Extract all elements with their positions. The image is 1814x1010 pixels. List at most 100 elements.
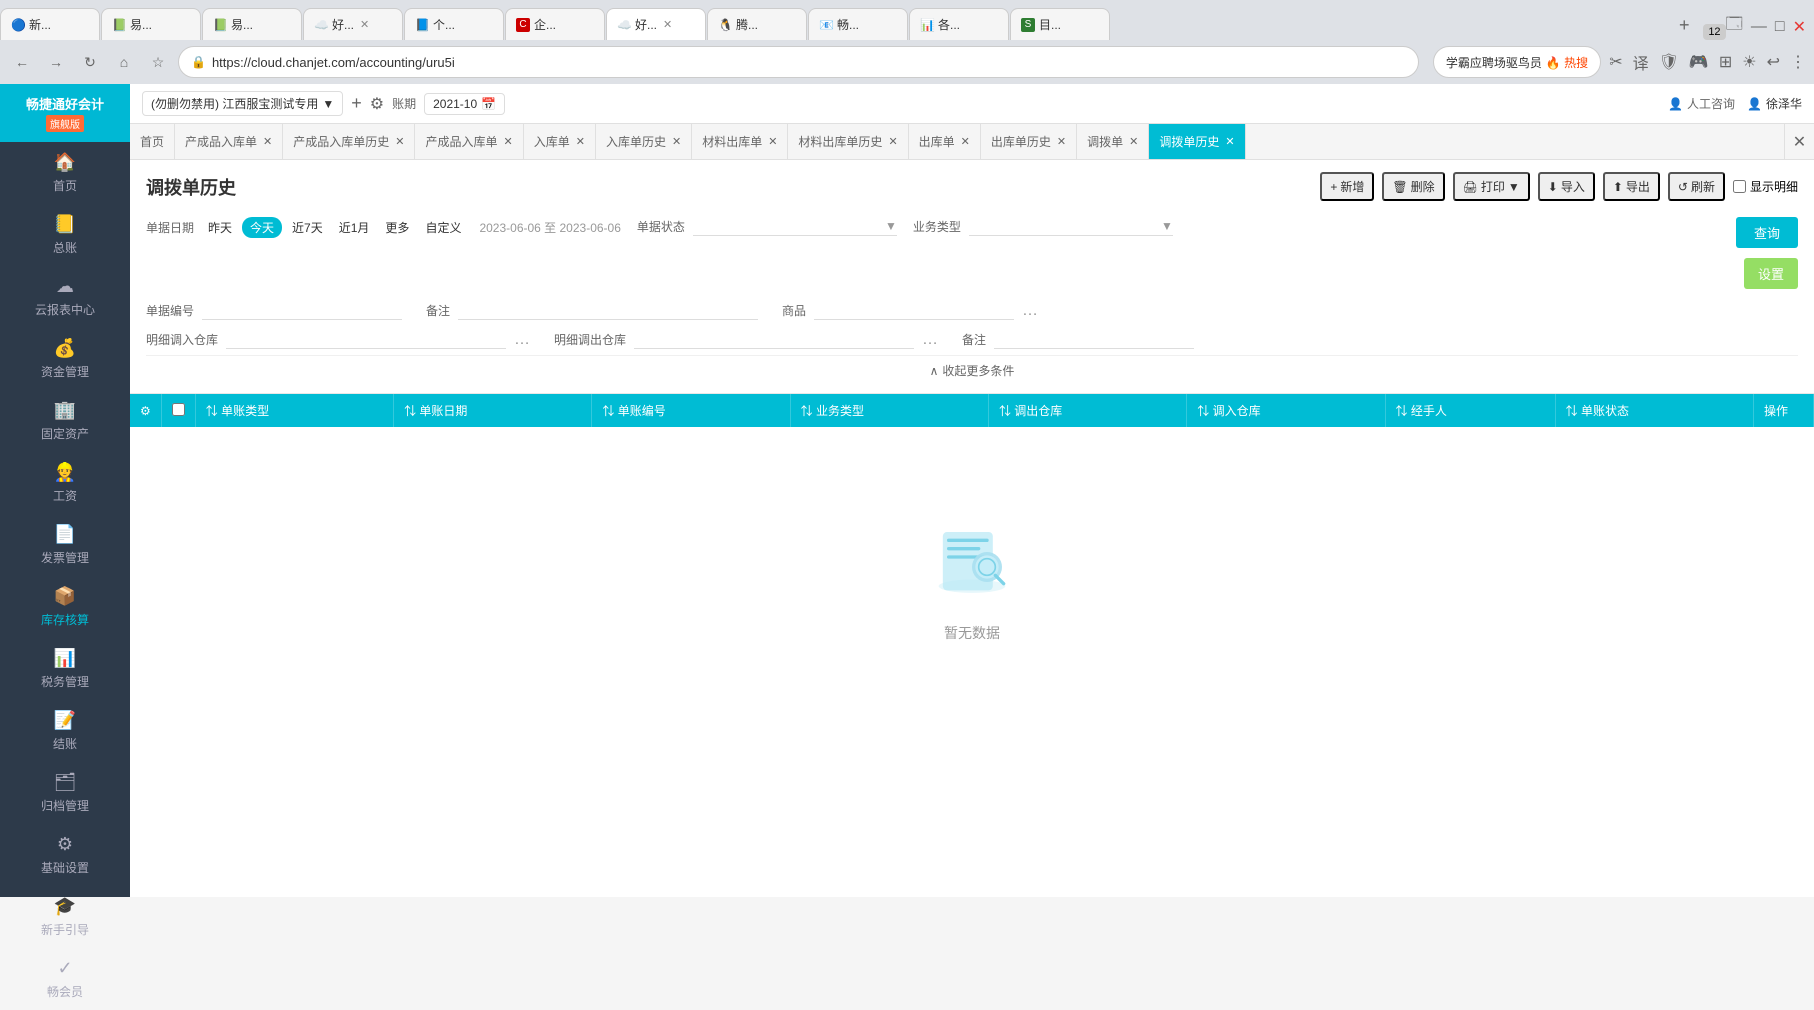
sidebar-item-vip[interactable]: ✓ 畅会员 — [0, 948, 130, 1010]
export-button[interactable]: ⬆ 导出 — [1603, 172, 1660, 201]
browser-tab-11[interactable]: S 目... — [1010, 8, 1110, 40]
add-company-button[interactable]: + — [351, 93, 362, 114]
detail-out-more-icon[interactable]: … — [922, 331, 938, 349]
browser-tab-9[interactable]: 📧 畅... — [808, 8, 908, 40]
grid-icon[interactable]: ⊞ — [1719, 52, 1732, 72]
page-tab-material-out[interactable]: 材料出库单 ✕ — [692, 124, 788, 160]
scissors-icon[interactable]: ✂ — [1609, 52, 1622, 72]
page-tab-product-inbound[interactable]: 产成品入库单 ✕ — [175, 124, 283, 160]
page-tab-outbound[interactable]: 出库单 ✕ — [909, 124, 981, 160]
close-tab-transfer[interactable]: ✕ — [1129, 135, 1138, 148]
th-doc-no[interactable]: ⇅ 单账编号 — [592, 394, 790, 427]
display-detail-toggle[interactable]: 显示明细 — [1733, 178, 1798, 195]
th-biz-type[interactable]: ⇅ 业务类型 — [790, 394, 988, 427]
date-btn-1month[interactable]: 近1月 — [333, 217, 376, 238]
close-tab-product-inbound[interactable]: ✕ — [263, 135, 272, 148]
sidebar-item-payroll[interactable]: 👷 工资 — [0, 452, 130, 514]
goods-input[interactable] — [814, 301, 1014, 320]
date-btn-custom[interactable]: 自定义 — [419, 217, 467, 238]
browser-tab-7[interactable]: ☁️ 好... ✕ — [606, 8, 706, 40]
back-button[interactable]: ← — [8, 48, 36, 76]
page-tab-product-inbound-history[interactable]: 产成品入库单历史 ✕ — [283, 124, 415, 160]
browser-tab-10[interactable]: 📊 各... — [909, 8, 1009, 40]
company-selector[interactable]: (勿删勿禁用) 江西服宝测试专用 ▼ — [142, 91, 343, 116]
date-btn-yesterday[interactable]: 昨天 — [202, 217, 238, 238]
new-button[interactable]: + 新增 — [1320, 172, 1374, 201]
page-tab-outbound-history[interactable]: 出库单历史 ✕ — [981, 124, 1077, 160]
th-doc-type[interactable]: ⇅ 单账类型 — [195, 394, 393, 427]
close-all-tabs-button[interactable]: ✕ — [1784, 124, 1814, 160]
remark-input[interactable] — [458, 301, 758, 320]
goods-more-icon[interactable]: … — [1022, 302, 1038, 320]
status-select[interactable]: ▼ — [693, 217, 897, 236]
browser-tab-4[interactable]: ☁️ 好... ✕ — [303, 8, 403, 40]
sidebar-item-guide[interactable]: 🎓 新手引导 — [0, 886, 130, 948]
close-tab-material-out[interactable]: ✕ — [768, 135, 777, 148]
sidebar-item-closing[interactable]: 📝 结账 — [0, 700, 130, 762]
sidebar-item-fixed-assets[interactable]: 🏢 固定资产 — [0, 390, 130, 452]
sidebar-item-home[interactable]: 🏠 首页 — [0, 142, 130, 204]
delete-button[interactable]: 🗑 删除 — [1382, 172, 1444, 201]
biz-type-select[interactable]: ▼ — [969, 217, 1173, 236]
th-handler[interactable]: ⇅ 经手人 — [1385, 394, 1555, 427]
close-tab-4[interactable]: ✕ — [360, 18, 369, 31]
detail-in-more-icon[interactable]: … — [514, 331, 530, 349]
user-button[interactable]: 👤 徐泽华 — [1747, 95, 1802, 112]
window-icon[interactable]: 🗔 — [1726, 13, 1743, 40]
th-checkbox[interactable] — [161, 394, 195, 427]
refresh-button[interactable]: ↻ — [76, 48, 104, 76]
header-settings-icon[interactable]: ⚙ — [370, 94, 384, 114]
close-tab-transfer-history[interactable]: ✕ — [1225, 135, 1234, 148]
close-window-icon[interactable]: ✕ — [1793, 17, 1806, 37]
period-value[interactable]: 2021-10 📅 — [424, 93, 505, 115]
select-all-checkbox[interactable] — [172, 403, 185, 416]
browser-tab-1[interactable]: 🔵 新... — [0, 8, 100, 40]
sidebar-item-fund[interactable]: 💰 资金管理 — [0, 328, 130, 390]
detail-out-input[interactable] — [634, 330, 914, 349]
undo-icon[interactable]: ↩ — [1767, 52, 1780, 72]
browser-search-bar[interactable]: 学霸应聘场驱鸟员 🔥 热搜 — [1433, 46, 1601, 78]
close-tab-outbound[interactable]: ✕ — [961, 135, 970, 148]
browser-tab-5[interactable]: 📘 个... — [404, 8, 504, 40]
close-tab-inbound[interactable]: ✕ — [576, 135, 585, 148]
sidebar-item-tax[interactable]: 📊 税务管理 — [0, 638, 130, 700]
url-bar[interactable]: 🔒 https://cloud.chanjet.com/accounting/u… — [178, 46, 1419, 78]
close-tab-inbound-history[interactable]: ✕ — [672, 135, 681, 148]
sidebar-item-cloud-report[interactable]: ☁ 云报表中心 — [0, 266, 130, 328]
th-doc-date[interactable]: ⇅ 单账日期 — [394, 394, 592, 427]
help-button[interactable]: 👤 人工咨询 — [1668, 95, 1735, 112]
refresh-button[interactable]: ↺ 刷新 — [1668, 172, 1725, 201]
browser-tab-2[interactable]: 📗 易... — [101, 8, 201, 40]
detail-in-input[interactable] — [226, 330, 506, 349]
close-tab-product-inbound-history[interactable]: ✕ — [395, 135, 404, 148]
th-in-warehouse[interactable]: ⇅ 调入仓库 — [1187, 394, 1385, 427]
sidebar-item-invoice[interactable]: 📄 发票管理 — [0, 514, 130, 576]
browser-tab-3[interactable]: 📗 易... — [202, 8, 302, 40]
page-tab-inbound[interactable]: 入库单 ✕ — [524, 124, 596, 160]
th-settings[interactable]: ⚙ — [130, 394, 161, 427]
close-tab-7[interactable]: ✕ — [663, 18, 672, 31]
collapse-filter-bar[interactable]: ∧ 收起更多条件 — [146, 355, 1798, 385]
sidebar-item-archive[interactable]: 🗂 归档管理 — [0, 762, 130, 824]
display-detail-checkbox[interactable] — [1733, 180, 1746, 193]
forward-button[interactable]: → — [42, 48, 70, 76]
menu-icon[interactable]: ⋮ — [1790, 52, 1806, 72]
th-doc-status[interactable]: ⇅ 单账状态 — [1555, 394, 1753, 427]
home-button[interactable]: ⌂ — [110, 48, 138, 76]
close-tab-material-out-history[interactable]: ✕ — [888, 135, 897, 148]
browser-tab-6[interactable]: C 企... — [505, 8, 605, 40]
bookmark-button[interactable]: ☆ — [144, 48, 172, 76]
page-tab-transfer[interactable]: 调拨单 ✕ — [1077, 124, 1149, 160]
th-out-warehouse[interactable]: ⇅ 调出仓库 — [988, 394, 1186, 427]
page-tab-transfer-history[interactable]: 调拨单历史 ✕ — [1149, 124, 1245, 160]
maximize-icon[interactable]: □ — [1775, 18, 1785, 36]
query-button[interactable]: 查询 — [1736, 217, 1798, 248]
date-btn-7days[interactable]: 近7天 — [286, 217, 329, 238]
browser-tab-8[interactable]: 🐧 腾... — [707, 8, 807, 40]
page-tab-home[interactable]: 首页 — [130, 124, 175, 160]
page-tab-product-inbound2[interactable]: 产成品入库单 ✕ — [415, 124, 523, 160]
close-tab-outbound-history[interactable]: ✕ — [1057, 135, 1066, 148]
page-tab-inbound-history[interactable]: 入库单历史 ✕ — [596, 124, 692, 160]
filter-settings-button[interactable]: 设置 — [1744, 258, 1798, 289]
shield-icon[interactable]: 🛡 — [1659, 52, 1679, 72]
